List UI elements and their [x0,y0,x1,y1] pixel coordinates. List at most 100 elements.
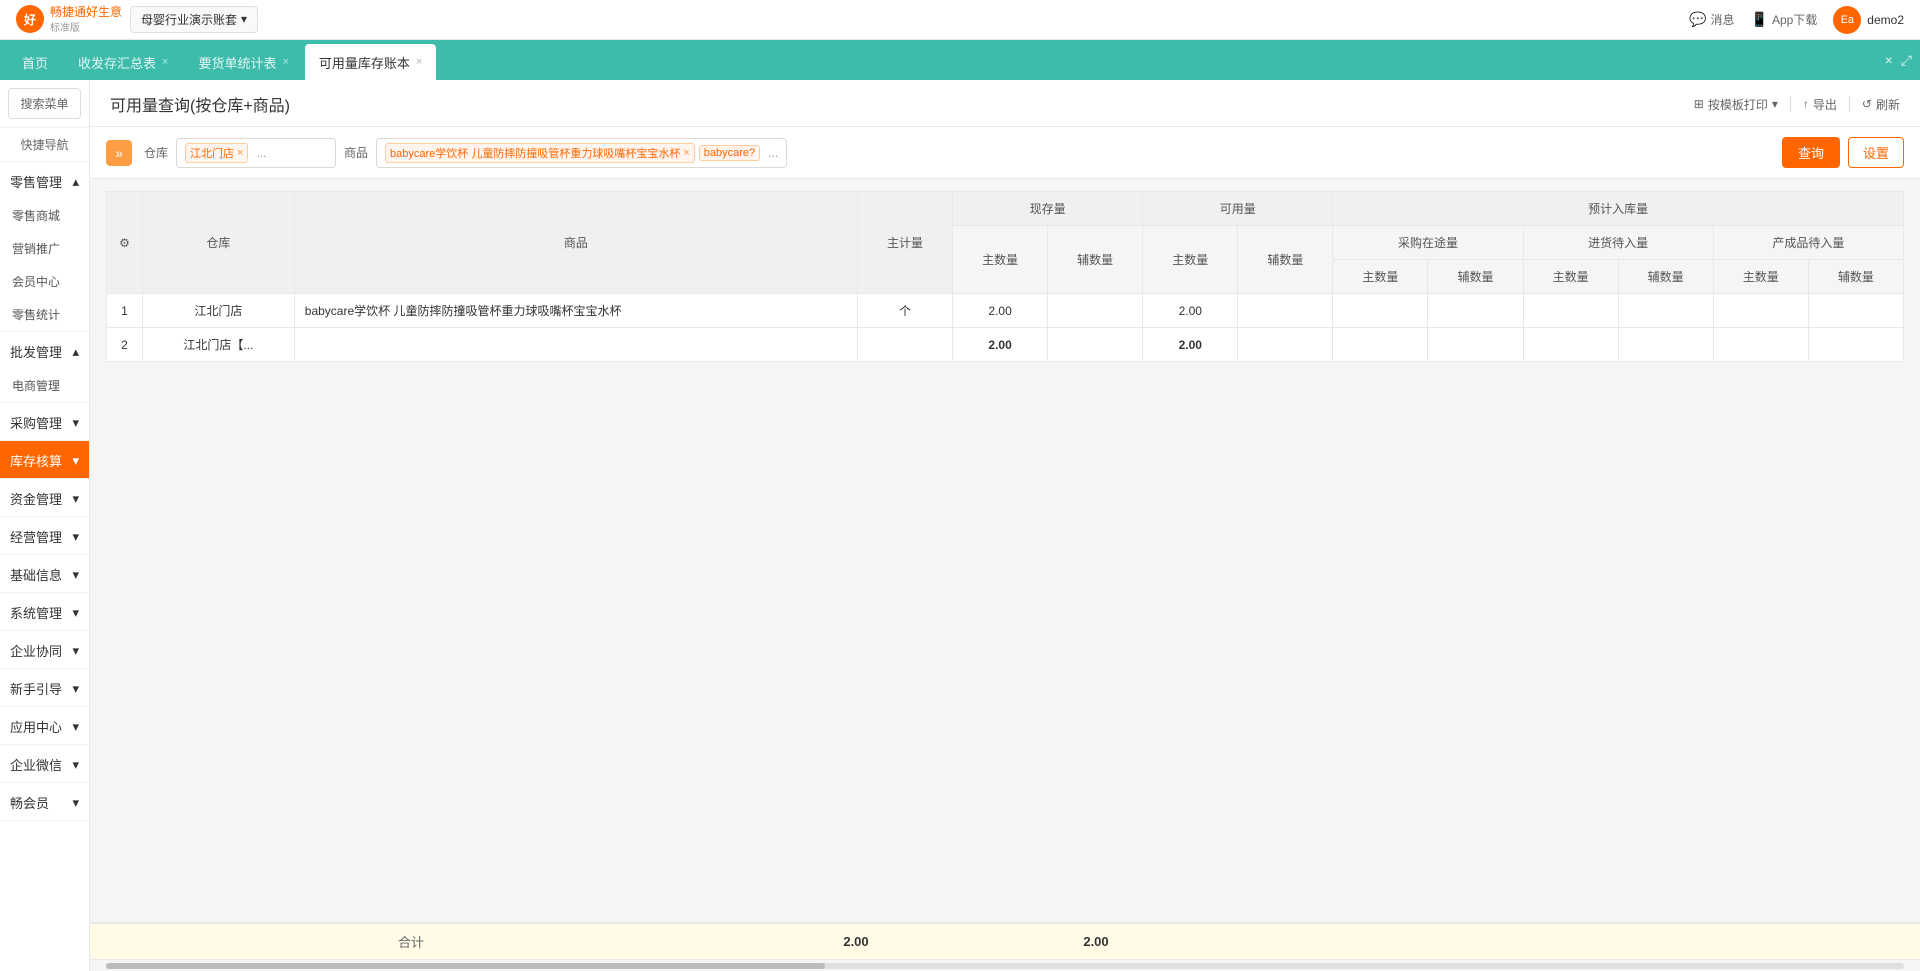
message-button[interactable]: 消息 [1689,11,1734,28]
section-newbie: 新手引导 ▾ [0,669,89,707]
th-purchase-main: 主数量 [1333,260,1428,294]
product-tag-2-text: babycare? [704,147,755,159]
top-bar-right: 消息 App下载 Ea demo2 [1689,6,1904,34]
section-newbie-header[interactable]: 新手引导 ▾ [0,669,89,706]
warehouse-tag[interactable]: 江北门店 × [185,143,248,163]
section-operation-label: 经营管理 [10,527,62,546]
tab-home[interactable]: 首页 [8,44,62,80]
scrollbar-track [106,963,1904,969]
close-all-tabs-icon[interactable]: × [1885,52,1893,68]
tab-order-stats-label: 要货单统计表 [198,53,276,72]
section-newbie-label: 新手引导 [10,679,62,698]
tab-order-stats[interactable]: 要货单统计表 × [184,44,302,80]
remove-product-tag-1-icon[interactable]: × [683,147,689,159]
sidebar-item-retail-stats[interactable]: 零售统计 [0,298,89,331]
section-purchase-header[interactable]: 采购管理 ▾ [0,403,89,440]
remove-warehouse-tag-icon[interactable]: × [237,147,243,159]
divider-1 [1790,96,1791,112]
app-icon [1751,11,1768,28]
footer-available-total: 2.00 [1036,934,1156,949]
sidebar-item-retail-shop[interactable]: 零售商城 [0,199,89,232]
row1-unit: 个 [857,294,952,328]
message-label: 消息 [1710,11,1734,28]
row1-production-sub [1808,294,1903,328]
chevron-purchase-icon: ▾ [72,415,79,431]
data-table: ⚙ 仓库 商品 主计量 现存量 可用量 预计入库量 主数量 辅数量 主数量 辅数… [106,191,1904,362]
app-download-button[interactable]: App下载 [1751,11,1818,28]
footer-row: 合计 2.00 2.00 [106,932,1904,951]
expand-icon[interactable]: ⤢ [1901,52,1912,69]
section-retail-header[interactable]: 零售管理 ▴ [0,162,89,199]
chevron-system-icon: ▾ [72,605,79,621]
close-order-stats-icon[interactable]: × [282,56,288,68]
th-production-sub: 辅数量 [1808,260,1903,294]
template-print-button[interactable]: ⊞ 按模板打印 ▾ [1694,96,1778,113]
section-member-header[interactable]: 畅会员 ▾ [0,783,89,820]
section-retail: 零售管理 ▴ 零售商城 营销推广 会员中心 零售统计 [0,162,89,332]
section-app-center: 应用中心 ▾ [0,707,89,745]
sidebar-item-members[interactable]: 会员中心 [0,265,89,298]
th-inbound-group: 进货待入量 [1523,226,1713,260]
logo-icon: 好 [16,5,44,33]
section-wechat: 企业微信 ▾ [0,745,89,783]
tab-available-stock[interactable]: 可用量库存账本 × [305,44,436,80]
export-button[interactable]: ↑ 导出 [1803,96,1837,113]
section-app-center-header[interactable]: 应用中心 ▾ [0,707,89,744]
table-footer: 合计 2.00 2.00 [90,922,1920,959]
user-area[interactable]: Ea demo2 [1833,6,1904,34]
chevron-member-icon: ▾ [72,795,79,811]
section-system-header[interactable]: 系统管理 ▾ [0,593,89,630]
close-available-stock-icon[interactable]: × [416,56,422,68]
product-tag-2[interactable]: babycare? [699,145,760,161]
tab-receive-summary[interactable]: 收发存汇总表 × [64,44,182,80]
search-menu-button[interactable]: 搜索菜单 [8,88,81,119]
chevron-enterprise-icon: ▾ [72,643,79,659]
row2-available-sub [1238,328,1333,362]
user-name: demo2 [1867,13,1904,27]
section-finance-header[interactable]: 资金管理 ▾ [0,479,89,516]
refresh-button[interactable]: ↺ 刷新 [1862,96,1900,113]
table-row: 1 江北门店 babycare学饮杯 儿童防摔防撞吸管杯重力球吸嘴杯宝宝水杯 个… [107,294,1904,328]
section-system-label: 系统管理 [10,603,62,622]
row1-stock-sub [1048,294,1143,328]
query-button[interactable]: 查询 [1782,137,1840,168]
section-enterprise-header[interactable]: 企业协同 ▾ [0,631,89,668]
industry-selector[interactable]: 母婴行业演示账套 [130,6,258,33]
section-system: 系统管理 ▾ [0,593,89,631]
scrollbar-thumb[interactable] [106,963,825,969]
section-basic-header[interactable]: 基础信息 ▾ [0,555,89,592]
section-wechat-header[interactable]: 企业微信 ▾ [0,745,89,782]
app-download-label: App下载 [1772,11,1817,28]
section-wholesale-label: 批发管理 [10,342,62,361]
row1-product: babycare学饮杯 儿童防摔防撞吸管杯重力球吸嘴杯宝宝水杯 [294,294,857,328]
chevron-newbie-icon: ▾ [72,681,79,697]
product-tag-1[interactable]: babycare学饮杯 儿童防摔防撞吸管杯重力球吸嘴杯宝宝水杯 × [385,143,695,163]
th-available-group: 可用量 [1143,192,1333,226]
scrollbar-area [90,959,1920,971]
product-more-icon[interactable]: ... [768,146,778,160]
section-wholesale-header[interactable]: 批发管理 ▴ [0,332,89,369]
chevron-operation-icon: ▾ [72,529,79,545]
section-wechat-label: 企业微信 [10,755,62,774]
sidebar-item-ecommerce[interactable]: 电商管理 [0,369,89,402]
warehouse-more-icon[interactable]: ... [256,146,266,160]
sidebar-item-marketing[interactable]: 营销推广 [0,232,89,265]
chat-icon [1689,11,1706,28]
section-operation-header[interactable]: 经营管理 ▾ [0,517,89,554]
section-finance: 资金管理 ▾ [0,479,89,517]
close-receive-summary-icon[interactable]: × [162,56,168,68]
logo-area: 好 畅捷通好生意 标准版 [16,5,122,34]
sidebar-item-quick-nav[interactable]: 快捷导航 [0,128,89,162]
warehouse-filter-input[interactable]: 江北门店 × ... [176,138,336,168]
row1-inbound-sub [1618,294,1713,328]
th-available-sub: 辅数量 [1238,226,1333,294]
top-bar-left: 好 畅捷通好生意 标准版 母婴行业演示账套 [16,5,258,34]
row2-unit [857,328,952,362]
section-inventory-header[interactable]: 库存核算 ▾ [0,441,89,478]
footer-label: 合计 [106,932,716,951]
th-stock-group: 现存量 [953,192,1143,226]
settings-button[interactable]: 设置 [1848,137,1904,168]
th-settings[interactable]: ⚙ [107,192,143,294]
filter-expand-button[interactable]: » [106,140,132,166]
product-filter-input[interactable]: babycare学饮杯 儿童防摔防撞吸管杯重力球吸嘴杯宝宝水杯 × babyca… [376,138,787,168]
